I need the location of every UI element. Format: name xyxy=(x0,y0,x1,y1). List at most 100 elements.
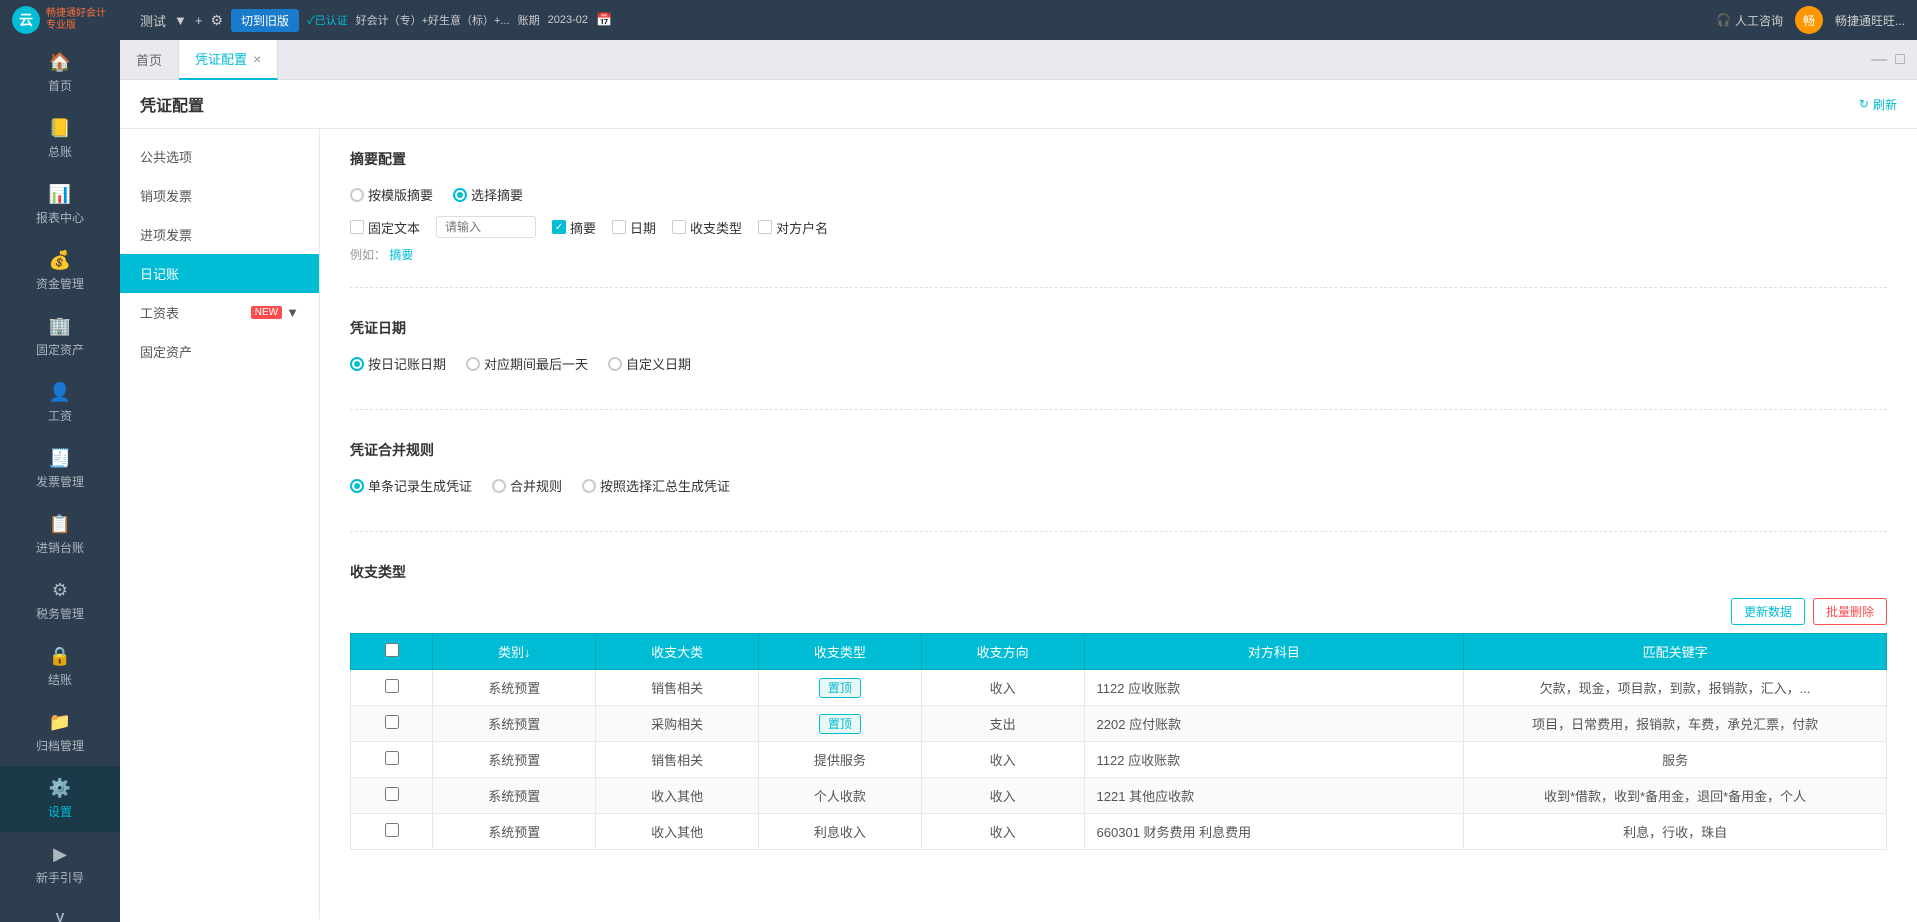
checkbox-summary[interactable]: ✓ 摘要 xyxy=(552,218,596,237)
sidebar-item-settings[interactable]: ⚙️ 设置 xyxy=(0,766,120,832)
radio-custom-date[interactable]: 自定义日期 xyxy=(608,354,691,373)
row-select-3[interactable] xyxy=(385,787,399,801)
type-tag-1[interactable]: 置顶 xyxy=(819,714,861,734)
left-menu-sales[interactable]: 销项发票 xyxy=(120,176,319,215)
username: 畅捷通旺旺... xyxy=(1835,12,1905,29)
date-section: 凭证日期 按日记账日期 对应期间最后一天 xyxy=(350,318,1887,410)
left-menu-public[interactable]: 公共选项 xyxy=(120,137,319,176)
radio-merge[interactable]: 合并规则 xyxy=(492,476,562,495)
row-checkbox-2 xyxy=(351,742,433,778)
tab-actions: — □ xyxy=(1871,51,1917,69)
company-name: 测试 xyxy=(140,11,166,30)
row-type-4: 利息收入 xyxy=(758,814,921,850)
refresh-button[interactable]: ↻ 刷新 xyxy=(1859,96,1897,113)
row-checkbox-4 xyxy=(351,814,433,850)
row-category-2: 系统预置 xyxy=(433,742,596,778)
sidebar-item-home[interactable]: 🏠 首页 xyxy=(0,40,120,106)
select-all-checkbox[interactable] xyxy=(385,643,399,657)
checkbox-box-date xyxy=(612,220,626,234)
row-select-2[interactable] xyxy=(385,751,399,765)
batch-delete-button[interactable]: 批量删除 xyxy=(1813,598,1887,625)
radio-select[interactable]: 选择摘要 xyxy=(453,185,523,204)
settings-icon[interactable]: ⚙ xyxy=(210,12,223,29)
row-keywords-4: 利息，行收，珠自 xyxy=(1464,814,1887,850)
sidebar-label-ledger: 总账 xyxy=(48,143,72,160)
new-badge: NEW xyxy=(251,306,282,319)
page-title: 凭证配置 xyxy=(140,92,204,116)
col-major: 收支大类 xyxy=(596,634,759,670)
sidebar-item-archive[interactable]: 📁 归档管理 xyxy=(0,700,120,766)
period-value: 2023-02 xyxy=(548,14,588,26)
sidebar-item-payroll[interactable]: 👤 工资 xyxy=(0,370,120,436)
sidebar-item-invoice[interactable]: 🧾 发票管理 xyxy=(0,436,120,502)
col-type: 收支类型 xyxy=(758,634,921,670)
switch-version-button[interactable]: 切到旧版 xyxy=(231,9,299,32)
row-select-4[interactable] xyxy=(385,823,399,837)
funds-icon: 💰 xyxy=(49,250,71,271)
left-menu-journal[interactable]: 日记账 xyxy=(120,254,319,293)
radio-template[interactable]: 按模版摘要 xyxy=(350,185,433,204)
col-category[interactable]: 类别↓ xyxy=(433,634,596,670)
logo-text: 畅捷通好会计 专业版 xyxy=(46,8,106,32)
sidebar-label-fixed-assets: 固定资产 xyxy=(36,341,84,358)
left-menu-payroll[interactable]: 工资表 NEW ▼ xyxy=(120,293,319,332)
sidebar-item-reports[interactable]: 📊 报表中心 xyxy=(0,172,120,238)
sidebar-item-member[interactable]: V 畅会员 xyxy=(0,898,120,922)
tab-home[interactable]: 首页 xyxy=(120,40,179,80)
radio-single[interactable]: 单条记录生成凭证 xyxy=(350,476,472,495)
col-direction: 收支方向 xyxy=(921,634,1084,670)
expand-icon: ▼ xyxy=(286,305,299,320)
guide-icon: ▶ xyxy=(53,844,67,865)
ledger-icon: 📒 xyxy=(49,118,71,139)
sidebar-label-close: 结账 xyxy=(48,671,72,688)
radio-period-last[interactable]: 对应期间最后一天 xyxy=(466,354,588,373)
sidebar-label-invoice: 发票管理 xyxy=(36,473,84,490)
sales-icon: 📋 xyxy=(49,514,71,535)
row-checkbox-3 xyxy=(351,778,433,814)
sidebar-item-sales[interactable]: 📋 进销台账 xyxy=(0,502,120,568)
checkbox-date[interactable]: 日期 xyxy=(612,218,656,237)
page-content: 凭证配置 ↻ 刷新 公共选项 销项发票 进项发票 xyxy=(120,80,1917,922)
sidebar-item-close[interactable]: 🔒 结账 xyxy=(0,634,120,700)
sidebar-item-fixed-assets[interactable]: 🏢 固定资产 xyxy=(0,304,120,370)
dropdown-arrow-icon[interactable]: ▼ xyxy=(174,13,187,28)
row-type-3: 个人收款 xyxy=(758,778,921,814)
sidebar-item-guide[interactable]: ▶ 新手引导 xyxy=(0,832,120,898)
radio-circle-merge xyxy=(492,479,506,493)
row-direction-0: 收入 xyxy=(921,670,1084,706)
row-major-2: 销售相关 xyxy=(596,742,759,778)
service-button[interactable]: 🎧 人工咨询 xyxy=(1716,12,1783,29)
sidebar-label-reports: 报表中心 xyxy=(36,209,84,226)
checkbox-counter-name[interactable]: 对方户名 xyxy=(758,218,828,237)
row-category-3: 系统预置 xyxy=(433,778,596,814)
minimize-button[interactable]: — xyxy=(1871,51,1887,69)
sidebar-item-ledger[interactable]: 📒 总账 xyxy=(0,106,120,172)
summary-section: 摘要配置 按模版摘要 选择摘要 xyxy=(350,149,1887,288)
fixed-text-input[interactable] xyxy=(436,216,536,238)
merge-radio-group: 单条记录生成凭证 合并规则 按照选择汇总生成凭证 xyxy=(350,476,1887,495)
maximize-button[interactable]: □ xyxy=(1895,51,1905,69)
left-menu-fixed[interactable]: 固定资产 xyxy=(120,332,319,371)
left-menu-purchase[interactable]: 进项发票 xyxy=(120,215,319,254)
checkbox-pay-type[interactable]: 收支类型 xyxy=(672,218,742,237)
sidebar-item-tax[interactable]: ⚙ 税务管理 xyxy=(0,568,120,634)
tab-bar: 首页 凭证配置 × — □ xyxy=(120,40,1917,80)
tab-close-icon[interactable]: × xyxy=(253,51,261,67)
calendar-icon[interactable]: 📅 xyxy=(596,12,612,28)
radio-journal-date[interactable]: 按日记账日期 xyxy=(350,354,446,373)
sidebar-item-funds[interactable]: 💰 资金管理 xyxy=(0,238,120,304)
row-checkbox-1 xyxy=(351,706,433,742)
radio-circle-template xyxy=(350,188,364,202)
row-subject-4: 660301 财务费用 利息费用 xyxy=(1084,814,1464,850)
checkbox-fixed-text[interactable]: 固定文本 xyxy=(350,218,420,237)
row-select-1[interactable] xyxy=(385,715,399,729)
radio-summary-gen[interactable]: 按照选择汇总生成凭证 xyxy=(582,476,730,495)
type-tag-0[interactable]: 置顶 xyxy=(819,678,861,698)
table-row: 系统预置 销售相关 置顶 收入 1122 应收账款 欠款，现金，项目款，到款，报… xyxy=(351,670,1887,706)
row-select-0[interactable] xyxy=(385,679,399,693)
update-data-button[interactable]: 更新数据 xyxy=(1731,598,1805,625)
merge-section-title: 凭证合并规则 xyxy=(350,440,1887,460)
tab-voucher-config[interactable]: 凭证配置 × xyxy=(179,40,278,80)
row-subject-2: 1122 应收账款 xyxy=(1084,742,1464,778)
add-icon[interactable]: + xyxy=(195,13,203,28)
